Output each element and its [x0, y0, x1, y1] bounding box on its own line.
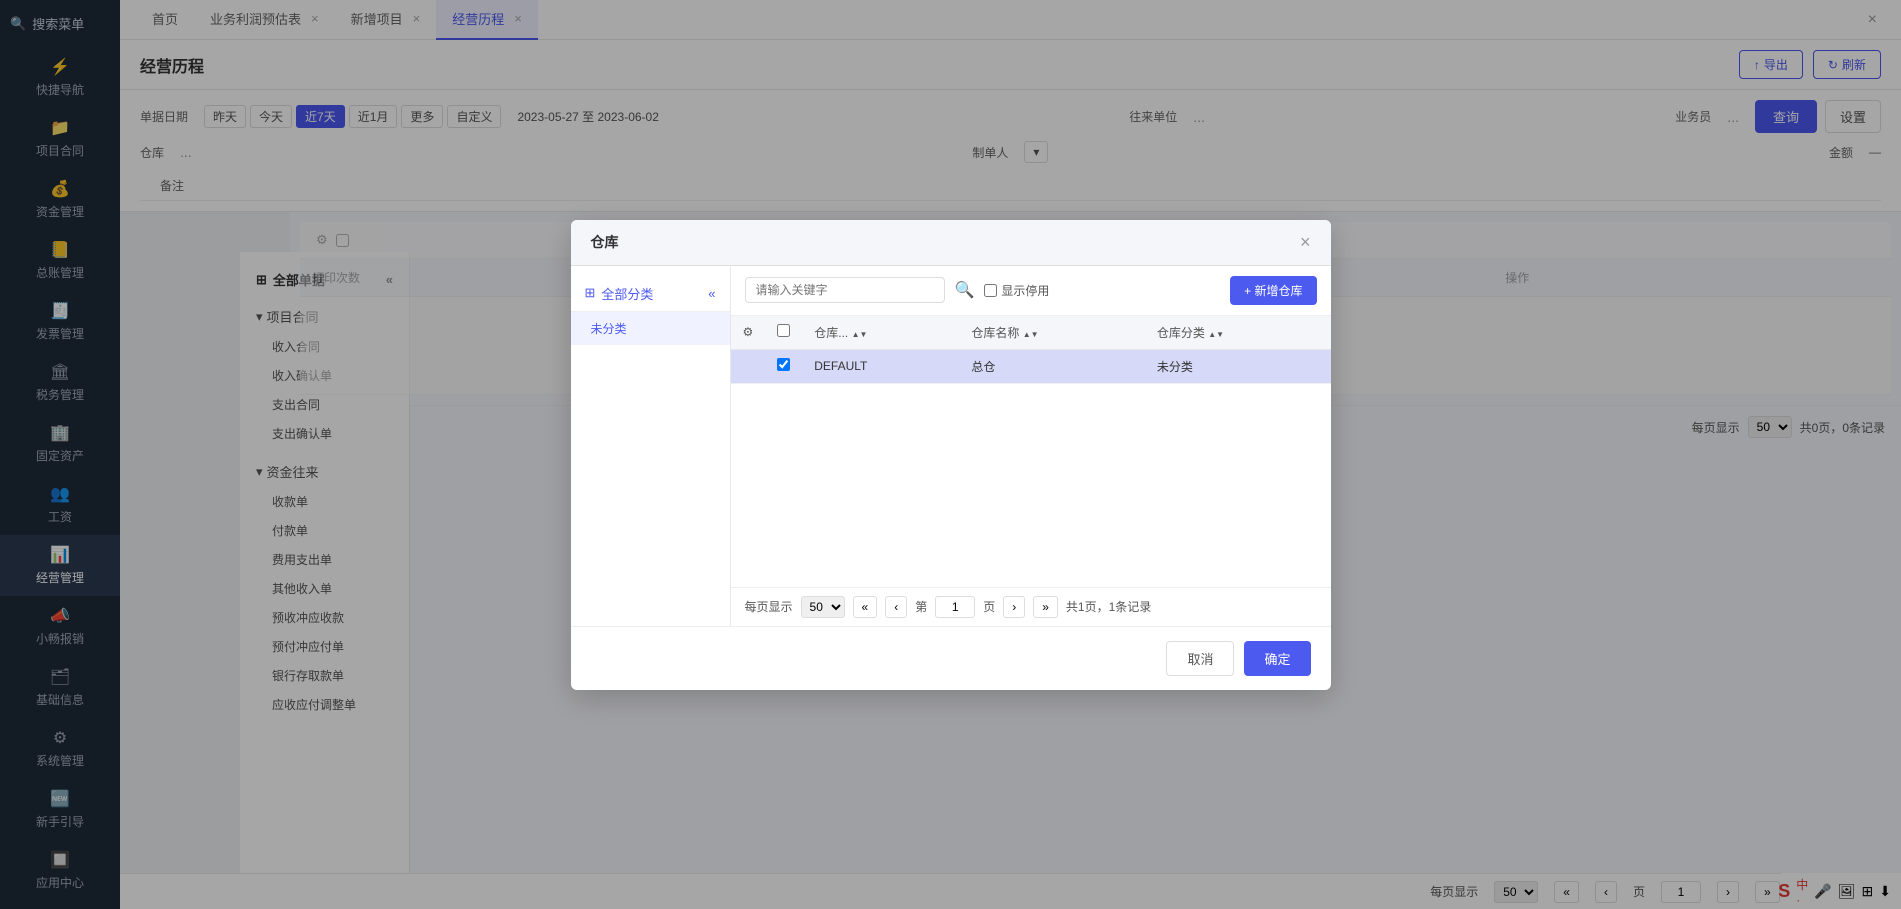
modal-first-page[interactable]: «: [853, 596, 878, 618]
modal-col-checkbox: [765, 316, 802, 350]
modal-page-word: 第: [915, 598, 927, 615]
modal-content-area: 🔍 显示停用 + 新增仓库 ⚙: [731, 266, 1331, 626]
modal-sidebar-unclassified[interactable]: 未分类: [571, 312, 730, 345]
modal-body: ⊞ 全部分类 « 未分类 🔍 显示停用: [571, 266, 1331, 626]
row-code: DEFAULT: [802, 349, 959, 383]
modal-table-row[interactable]: DEFAULT 总仓 未分类: [731, 349, 1331, 383]
modal-col-name: 仓库名称 ▲▼: [959, 316, 1145, 350]
modal-table: ⚙ 仓库... ▲▼ 仓库名称: [731, 316, 1331, 587]
modal-overlay: 仓库 × ⊞ 全部分类 « 未分类 🔍: [0, 0, 1901, 909]
modal-col-category: 仓库分类 ▲▼: [1145, 316, 1331, 350]
grid-icon-modal: ⊞: [585, 285, 596, 301]
modal-title: 仓库: [591, 232, 619, 252]
modal-search-input[interactable]: [745, 277, 945, 303]
show-disabled-checkbox[interactable]: [984, 284, 997, 297]
modal-select-all-checkbox[interactable]: [777, 324, 790, 337]
modal-per-page-select[interactable]: 50: [801, 596, 845, 618]
modal-next-page[interactable]: ›: [1003, 596, 1025, 618]
modal-col-settings: ⚙: [731, 316, 766, 350]
modal-col-code: 仓库... ▲▼: [802, 316, 959, 350]
confirm-button[interactable]: 确定: [1244, 641, 1310, 676]
code-sort-icon: ▲▼: [852, 331, 868, 339]
modal-search-bar: 🔍 显示停用 + 新增仓库: [731, 266, 1331, 316]
modal-prev-page[interactable]: ‹: [885, 596, 907, 618]
row-settings: [731, 349, 766, 383]
modal-last-page[interactable]: »: [1033, 596, 1058, 618]
row-name: 总仓: [959, 349, 1145, 383]
warehouse-modal: 仓库 × ⊞ 全部分类 « 未分类 🔍: [571, 220, 1331, 690]
modal-sidebar-collapse-icon[interactable]: «: [708, 286, 715, 301]
modal-page-input[interactable]: [935, 596, 975, 618]
modal-sidebar: ⊞ 全部分类 « 未分类: [571, 266, 731, 626]
add-warehouse-button[interactable]: + 新增仓库: [1230, 276, 1316, 305]
modal-search-button[interactable]: 🔍: [955, 280, 975, 300]
modal-pagination: 每页显示 50 « ‹ 第 页 › » 共1页，1条记录: [731, 587, 1331, 626]
name-sort-icon: ▲▼: [1023, 331, 1039, 339]
modal-total-info: 共1页，1条记录: [1066, 598, 1151, 615]
row-checkbox[interactable]: [765, 349, 802, 383]
row-category: 未分类: [1145, 349, 1331, 383]
settings-icon-table[interactable]: ⚙: [743, 325, 754, 339]
cancel-button[interactable]: 取消: [1166, 641, 1234, 676]
category-sort-icon: ▲▼: [1208, 331, 1224, 339]
modal-header: 仓库 ×: [571, 220, 1331, 266]
modal-sidebar-all-category[interactable]: ⊞ 全部分类 «: [571, 276, 730, 312]
modal-show-disabled-label[interactable]: 显示停用: [984, 282, 1049, 299]
modal-footer: 取消 确定: [571, 626, 1331, 690]
modal-close-button[interactable]: ×: [1300, 232, 1311, 253]
